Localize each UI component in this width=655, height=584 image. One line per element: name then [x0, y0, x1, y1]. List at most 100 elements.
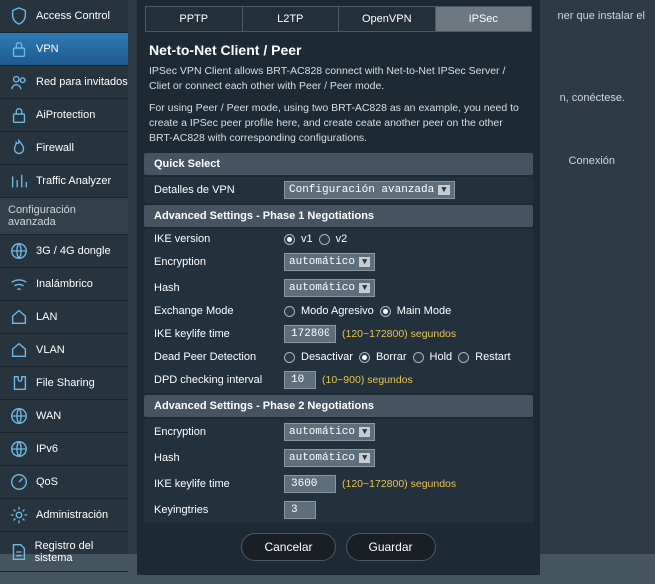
tab-l2tp[interactable]: L2TP: [243, 7, 340, 31]
house-icon: [8, 306, 30, 328]
sidebar-item-red-para-invitados[interactable]: Red para invitados: [0, 66, 128, 99]
tab-openvpn[interactable]: OpenVPN: [339, 7, 436, 31]
sidebar-section-advanced: Configuración avanzada: [0, 198, 128, 235]
sidebar-item-label: VPN: [36, 43, 59, 55]
sidebar-item-label: IPv6: [36, 443, 58, 455]
sidebar-item-label: AiProtection: [36, 109, 95, 121]
keylife1-input[interactable]: [284, 325, 336, 343]
shield-icon: [8, 5, 30, 27]
globe-icon: [8, 405, 30, 427]
sidebar-item-3g-4g-dongle[interactable]: 3G / 4G dongle: [0, 235, 128, 268]
dpd-label: Dead Peer Detection: [154, 351, 284, 363]
keylife1-label: IKE keylife time: [154, 328, 284, 340]
vpn-details-select[interactable]: Configuración avanzada▼: [284, 181, 455, 199]
dpd-off-text: Desactivar: [301, 351, 353, 363]
gear-icon: [8, 504, 30, 526]
sidebar-item-label: File Sharing: [36, 377, 95, 389]
sidebar-item-label: LAN: [36, 311, 57, 323]
sidebar-item-file-sharing[interactable]: File Sharing: [0, 367, 128, 400]
sidebar-item-ipv6[interactable]: IPv6: [0, 433, 128, 466]
main-radio[interactable]: [380, 306, 391, 317]
sidebar-item-label: QoS: [36, 476, 58, 488]
chevron-down-icon: ▼: [359, 427, 370, 437]
chevron-down-icon: ▼: [438, 185, 449, 195]
dpd-restart-radio[interactable]: [458, 352, 469, 363]
ike-v1-radio[interactable]: [284, 234, 295, 245]
main-text: Main Mode: [397, 305, 451, 317]
sidebar-item-qos[interactable]: QoS: [0, 466, 128, 499]
dpd-interval-input[interactable]: [284, 371, 316, 389]
sidebar-item-traffic-analyzer[interactable]: Traffic Analyzer: [0, 165, 128, 198]
config-panel: PPTP L2TP OpenVPN IPSec Net-to-Net Clien…: [137, 0, 540, 575]
sidebar-item-label: 3G / 4G dongle: [36, 245, 111, 257]
sidebar-item-label: Registro del sistema: [35, 540, 128, 564]
house-icon: [8, 339, 30, 361]
dpd-off-radio[interactable]: [284, 352, 295, 363]
aggressive-text: Modo Agresivo: [301, 305, 374, 317]
aggressive-radio[interactable]: [284, 306, 295, 317]
exchange-label: Exchange Mode: [154, 305, 284, 317]
hash2-select[interactable]: automático▼: [284, 449, 375, 467]
panel-title: Net-to-Net Client / Peer: [149, 42, 528, 58]
people-icon: [8, 71, 30, 93]
protocol-tabs: PPTP L2TP OpenVPN IPSec: [145, 6, 532, 32]
flame-icon: [8, 137, 30, 159]
keylife1-hint: (120~172800) segundos: [342, 328, 456, 340]
sidebar-item-vpn[interactable]: VPN: [0, 33, 128, 66]
sidebar: Access Control VPN Red para invitados AiPro…: [0, 0, 128, 554]
vpn-details-label: Detalles de VPN: [154, 184, 284, 196]
hash1-label: Hash: [154, 282, 284, 294]
ike-v2-radio[interactable]: [319, 234, 330, 245]
gauge-icon: [8, 471, 30, 493]
header-phase1: Advanced Settings - Phase 1 Negotiations: [144, 205, 533, 227]
sidebar-item-administraci-n[interactable]: Administración: [0, 499, 128, 532]
sidebar-item-wan[interactable]: WAN: [0, 400, 128, 433]
encryption1-select[interactable]: automático▼: [284, 253, 375, 271]
tab-ipsec[interactable]: IPSec: [436, 7, 532, 31]
hash2-label: Hash: [154, 452, 284, 464]
save-button[interactable]: Guardar: [346, 533, 436, 561]
encryption2-label: Encryption: [154, 426, 284, 438]
keylife2-hint: (120~172800) segundos: [342, 478, 456, 490]
panel-desc2: For using Peer / Peer mode, using two BR…: [149, 101, 528, 145]
sidebar-item-label: WAN: [36, 410, 61, 422]
panel-desc1: IPSec VPN Client allows BRT-AC828 connec…: [149, 64, 528, 93]
dpd-clear-radio[interactable]: [359, 352, 370, 363]
wifi-icon: [8, 273, 30, 295]
keyingtries-input[interactable]: [284, 501, 316, 519]
chevron-down-icon: ▼: [359, 453, 370, 463]
sidebar-item-registro-del-sistema[interactable]: Registro del sistema: [0, 532, 128, 572]
ike-v1-text: v1: [301, 233, 313, 245]
sidebar-item-label: Access Control: [36, 10, 110, 22]
doc-icon: [8, 541, 29, 563]
dpd-clear-text: Borrar: [376, 351, 407, 363]
sidebar-item-firewall[interactable]: Firewall: [0, 132, 128, 165]
sidebar-item-inal-mbrico[interactable]: Inalámbrico: [0, 268, 128, 301]
dpd-interval-hint: (10~900) segundos: [322, 374, 413, 386]
sidebar-item-label: Red para invitados: [36, 76, 128, 88]
sidebar-item-aiprotection[interactable]: AiProtection: [0, 99, 128, 132]
encryption2-select[interactable]: automático▼: [284, 423, 375, 441]
keylife2-input[interactable]: [284, 475, 336, 493]
encryption1-label: Encryption: [154, 256, 284, 268]
bg-connect-text: n, conéctese.: [560, 92, 625, 104]
connection-label: Conexión: [569, 155, 615, 167]
chevron-down-icon: ▼: [359, 257, 370, 267]
sidebar-item-vlan[interactable]: VLAN: [0, 334, 128, 367]
globe-icon: [8, 240, 30, 262]
dpd-hold-radio[interactable]: [413, 352, 424, 363]
header-phase2: Advanced Settings - Phase 2 Negotiations: [144, 395, 533, 417]
chart-icon: [8, 170, 30, 192]
sidebar-item-access-control[interactable]: Access Control: [0, 0, 128, 33]
hash1-select[interactable]: automático▼: [284, 279, 375, 297]
ike-v2-text: v2: [336, 233, 348, 245]
cancel-button[interactable]: Cancelar: [241, 533, 335, 561]
dpd-interval-label: DPD checking interval: [154, 374, 284, 386]
sidebar-item-lan[interactable]: LAN: [0, 301, 128, 334]
globe-icon: [8, 438, 30, 460]
tab-pptp[interactable]: PPTP: [146, 7, 243, 31]
dpd-hold-text: Hold: [430, 351, 453, 363]
header-quick-select: Quick Select: [144, 153, 533, 175]
chevron-down-icon: ▼: [359, 283, 370, 293]
lock-icon: [8, 38, 30, 60]
